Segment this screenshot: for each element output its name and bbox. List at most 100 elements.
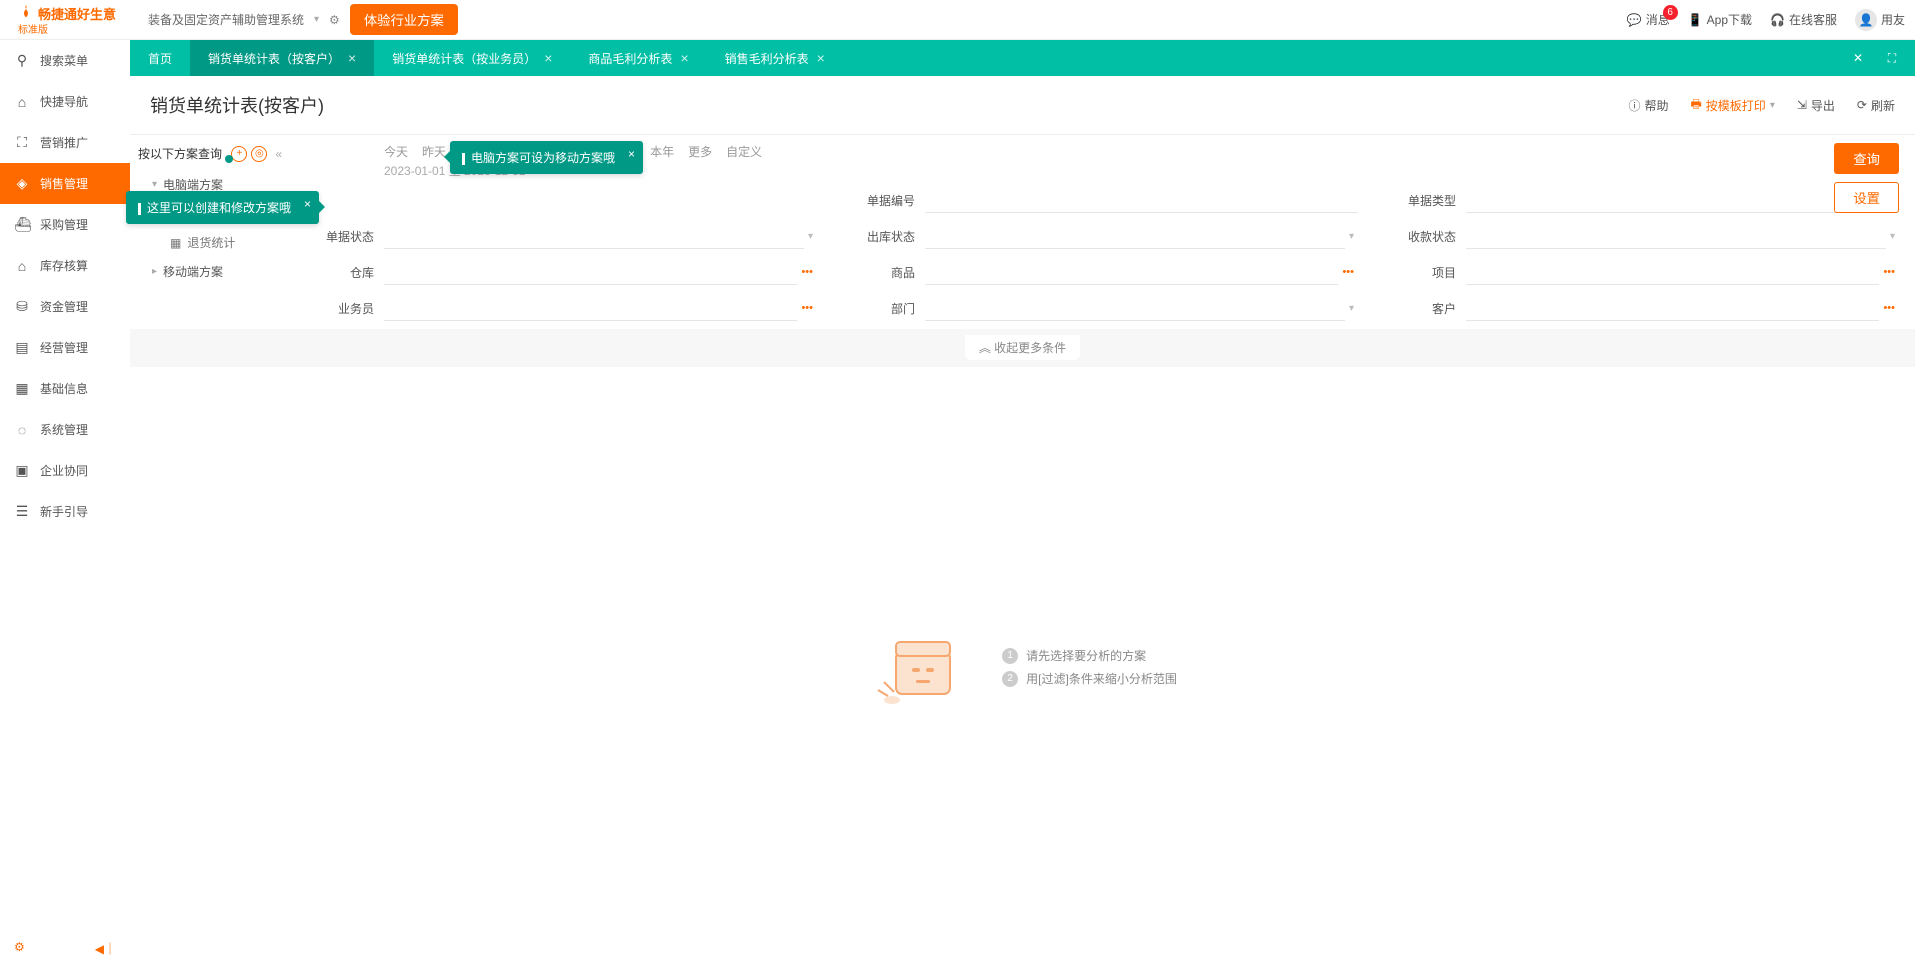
department-select[interactable] [925, 295, 1345, 321]
close-icon[interactable]: × [304, 197, 311, 211]
salesperson-input[interactable] [384, 295, 797, 321]
customer-service-link[interactable]: 🎧 在线客服 [1770, 11, 1837, 28]
promo-button[interactable]: 体验行业方案 [350, 4, 458, 35]
close-icon[interactable]: × [680, 50, 688, 66]
list-icon: ☰ [14, 503, 30, 520]
avatar: 👤 [1855, 9, 1877, 31]
export-icon: ⇲ [1797, 98, 1807, 112]
field-salesperson: 业务员••• [306, 295, 817, 321]
box-icon: ▣ [14, 462, 30, 479]
doc-type-select[interactable] [1466, 187, 1886, 213]
preset-custom[interactable]: 自定义 [726, 143, 762, 160]
sidebar-item-collab[interactable]: ▣企业协同 [0, 450, 130, 491]
empty-illustration [868, 622, 978, 712]
filter-area: 按以下方案查询 + ◎ « ▾电脑端方案 ▦按客户+商品 ▦退货统计 ▸移动端方… [130, 135, 1915, 329]
sidebar-item-basicinfo[interactable]: ▦基础信息 [0, 368, 130, 409]
customer-input[interactable] [1466, 295, 1879, 321]
messages-link[interactable]: 💬 消息 6 [1627, 11, 1670, 28]
search-icon: ⚲ [14, 52, 30, 69]
preset-this-year[interactable]: 本年 [650, 143, 674, 160]
tree-node-mobile[interactable]: ▸移动端方案 [138, 257, 282, 286]
query-button[interactable]: 查询 [1834, 143, 1899, 174]
caret-down-icon: ▾ [152, 179, 157, 190]
more-icon[interactable]: ••• [1879, 266, 1899, 278]
product-input[interactable] [925, 259, 1338, 285]
sidebar-item-quicknav[interactable]: ⌂快捷导航 [0, 81, 130, 122]
wallet-icon: ⛁ [14, 298, 30, 315]
cart-icon: ⛴ [14, 216, 30, 233]
empty-state: 1请先选择要分析的方案 2用[过滤]条件来缩小分析范围 [130, 367, 1915, 967]
home-icon: ⌂ [14, 94, 30, 110]
collapse-tree-icon[interactable]: « [275, 147, 282, 161]
settings-icon[interactable]: ⚙ [14, 940, 25, 957]
close-icon[interactable]: × [628, 147, 635, 161]
close-icon[interactable]: × [544, 50, 552, 66]
sidebar-item-finance[interactable]: ⛁资金管理 [0, 286, 130, 327]
field-doc-status: 单据状态▾ [306, 223, 817, 249]
phone-icon: 📱 [1688, 13, 1703, 27]
sidebar-item-marketing[interactable]: ⛶营销推广 [0, 122, 130, 163]
system-selector[interactable]: 装备及固定资产辅助管理系统 ▾ ⚙ [148, 11, 340, 28]
out-status-select[interactable] [925, 223, 1345, 249]
gear-icon[interactable]: ⚙ [329, 13, 340, 27]
tab-product-profit[interactable]: 商品毛利分析表× [570, 40, 706, 76]
collapse-icon[interactable]: ◀｜ [95, 940, 116, 957]
badge-count: 6 [1663, 5, 1678, 20]
sidebar-item-inventory[interactable]: ⌂库存核算 [0, 245, 130, 286]
more-icon[interactable]: ••• [1338, 266, 1358, 278]
chevron-down-icon[interactable]: ▾ [804, 231, 817, 242]
more-icon[interactable]: ••• [1879, 302, 1899, 314]
preset-today[interactable]: 今天 [384, 143, 408, 160]
export-link[interactable]: ⇲导出 [1797, 97, 1835, 114]
close-icon[interactable]: × [817, 50, 825, 66]
fullscreen-icon[interactable]: ⛶ [1877, 43, 1907, 73]
preset-more[interactable]: 更多 [688, 143, 712, 160]
tab-sales-by-sales[interactable]: 销货单统计表（按业务员）× [374, 40, 570, 76]
close-icon[interactable]: × [348, 50, 356, 66]
doc-number-input[interactable] [925, 187, 1358, 213]
chevron-down-icon: ▾ [314, 14, 319, 25]
sidebar-item-sales[interactable]: ◈销售管理 [0, 163, 130, 204]
field-out-status: 出库状态▾ [847, 223, 1358, 249]
field-product: 商品••• [847, 259, 1358, 285]
close-all-icon[interactable]: ✕ [1843, 43, 1873, 73]
project-input[interactable] [1466, 259, 1879, 285]
more-icon[interactable]: ••• [797, 266, 817, 278]
sidebar-item-system[interactable]: ◌系统管理 [0, 409, 130, 450]
app-download-link[interactable]: 📱 App下载 [1688, 11, 1752, 28]
sidebar-item-operation[interactable]: ▤经营管理 [0, 327, 130, 368]
more-icon[interactable]: ••• [797, 302, 817, 314]
page-header: 销货单统计表(按客户) ⓘ帮助 🖶按模板打印▾ ⇲导出 ⟳刷新 [130, 76, 1915, 135]
field-customer: 客户••• [1388, 295, 1899, 321]
collapse-filters[interactable]: ︽ 收起更多条件 [130, 329, 1915, 366]
filter-tree-title: 按以下方案查询 + ◎ « [138, 145, 282, 162]
field-pay-status: 收款状态▾ [1388, 223, 1899, 249]
chevron-down-icon[interactable]: ▾ [1345, 231, 1358, 242]
tab-sales-profit[interactable]: 销售毛利分析表× [707, 40, 843, 76]
chevron-down-icon[interactable]: ▾ [1886, 231, 1899, 242]
field-doc-number: 单据编号 [847, 187, 1358, 213]
refresh-link[interactable]: ⟳刷新 [1857, 97, 1895, 114]
user-menu[interactable]: 👤 用友 [1855, 9, 1905, 31]
doc-status-select[interactable] [384, 223, 804, 249]
chevron-down-icon[interactable]: ▾ [1345, 303, 1358, 314]
page-title: 销货单统计表(按客户) [150, 92, 324, 118]
settings-button[interactable]: 设置 [1834, 182, 1899, 213]
sidebar-item-search[interactable]: ⚲搜索菜单 [0, 40, 130, 81]
help-link[interactable]: ⓘ帮助 [1628, 97, 1668, 114]
header-right: 💬 消息 6 📱 App下载 🎧 在线客服 👤 用友 [1627, 9, 1905, 31]
sidebar-item-purchase[interactable]: ⛴采购管理 [0, 204, 130, 245]
warehouse-input[interactable] [384, 259, 797, 285]
tab-home[interactable]: 首页 [130, 40, 190, 76]
chevron-down-icon: ▾ [1770, 100, 1775, 111]
warehouse-icon: ⌂ [14, 258, 30, 274]
print-link[interactable]: 🖶按模板打印▾ [1690, 95, 1774, 116]
tree-node-return-stats[interactable]: ▦退货统计 [138, 228, 282, 257]
add-scheme-icon[interactable]: + [231, 146, 247, 162]
field-project: 项目••• [1388, 259, 1899, 285]
pay-status-select[interactable] [1466, 223, 1886, 249]
edit-scheme-icon[interactable]: ◎ [251, 146, 267, 162]
gift-icon: ⛶ [14, 134, 30, 151]
sidebar-item-guide[interactable]: ☰新手引导 [0, 491, 130, 532]
tab-sales-by-customer[interactable]: 销货单统计表（按客户）× [190, 40, 374, 76]
